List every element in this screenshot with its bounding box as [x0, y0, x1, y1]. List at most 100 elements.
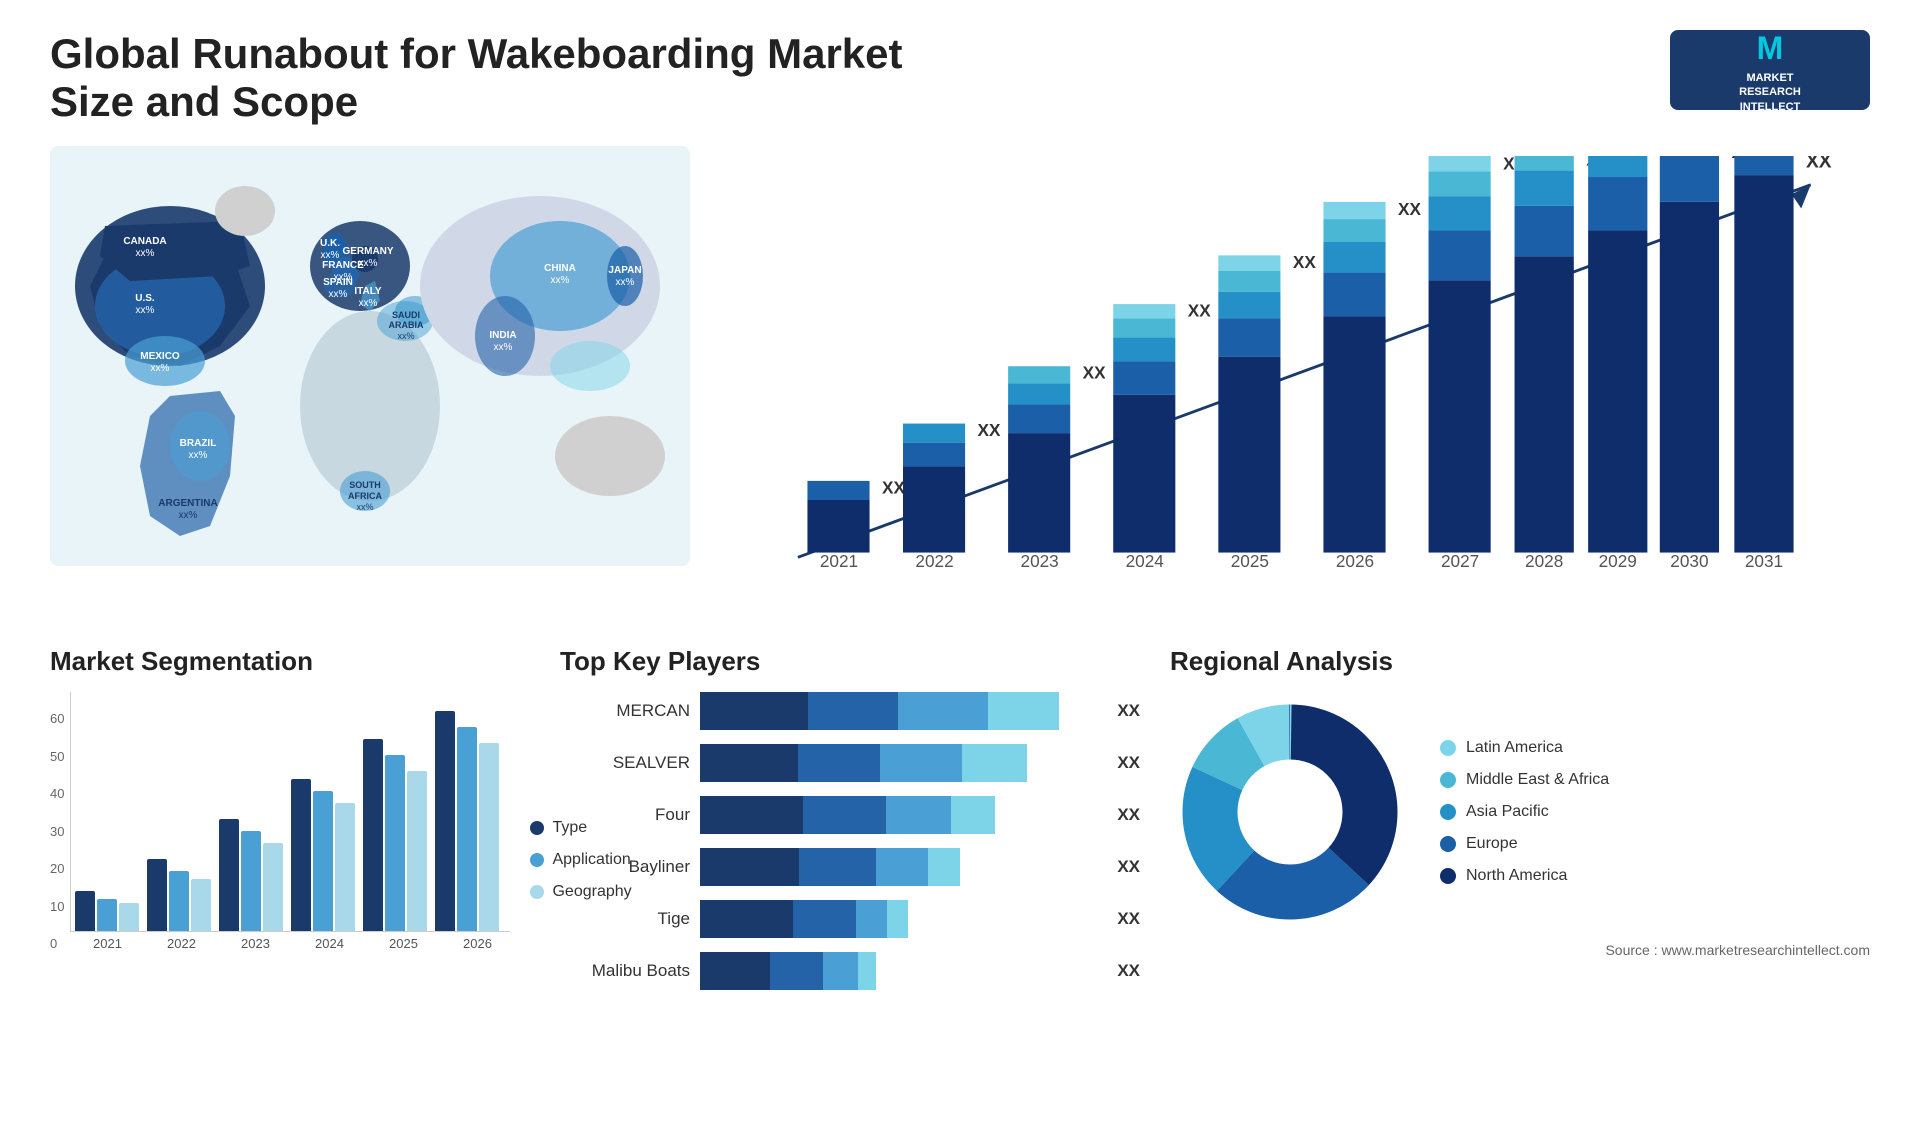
svg-text:SPAIN: SPAIN — [323, 277, 353, 288]
player-name-bayliner: Bayliner — [560, 857, 690, 877]
svg-text:GERMANY: GERMANY — [342, 246, 393, 257]
seg-y-40: 40 — [50, 786, 64, 801]
player-row-malibu: Malibu Boats XX — [560, 952, 1140, 990]
seg-x-2021: 2021 — [74, 936, 140, 951]
player-bar-bayliner — [700, 848, 1099, 886]
svg-text:ITALY: ITALY — [354, 286, 382, 297]
legend-dot-europe — [1440, 836, 1456, 852]
legend-dot-type — [530, 821, 544, 835]
player-bar-sealver — [700, 744, 1099, 782]
seg-x-2026: 2026 — [444, 936, 510, 951]
legend-dot-latin — [1440, 740, 1456, 756]
svg-text:SAUDI: SAUDI — [392, 310, 420, 320]
svg-text:SOUTH: SOUTH — [349, 480, 381, 490]
regional-section: Regional Analysis — [1170, 646, 1870, 958]
player-xx-malibu: XX — [1117, 961, 1140, 981]
svg-text:2028: 2028 — [1525, 551, 1563, 571]
seg-y-50: 50 — [50, 749, 64, 764]
player-name-tige: Tige — [560, 909, 690, 929]
svg-text:2030: 2030 — [1670, 551, 1708, 571]
player-xx-bayliner: XX — [1117, 857, 1140, 877]
svg-text:CANADA: CANADA — [123, 236, 166, 247]
player-name-malibu: Malibu Boats — [560, 961, 690, 981]
seg-group-2023 — [219, 819, 283, 931]
svg-text:2026: 2026 — [1336, 551, 1374, 571]
svg-text:xx%: xx% — [136, 305, 155, 316]
svg-text:xx%: xx% — [189, 450, 208, 461]
player-xx-tige: XX — [1117, 909, 1140, 929]
seg-bar-type-2024 — [291, 779, 311, 931]
svg-text:2022: 2022 — [915, 551, 953, 571]
svg-text:JAPAN: JAPAN — [608, 265, 641, 276]
svg-text:XX: XX — [882, 477, 905, 497]
seg-y-10: 10 — [50, 899, 64, 914]
svg-text:XX: XX — [1188, 301, 1211, 321]
player-name-four: Four — [560, 805, 690, 825]
trend-chart-svg: 2021 XX 2022 XX 2023 XX — [730, 156, 1850, 586]
seg-bar-geo-2025 — [407, 771, 427, 931]
legend-item-mea: Middle East & Africa — [1440, 771, 1609, 789]
regional-chart-area: Latin America Middle East & Africa Asia … — [1170, 692, 1870, 932]
seg-group-2022 — [147, 859, 211, 931]
segmentation-title: Market Segmentation — [50, 646, 530, 677]
seg-y-0: 0 — [50, 936, 64, 951]
logo-text: MARKETRESEARCHINTELLECT — [1739, 71, 1801, 114]
svg-text:xx%: xx% — [179, 510, 198, 521]
legend-label-mea: Middle East & Africa — [1466, 771, 1609, 789]
svg-text:xx%: xx% — [494, 342, 513, 353]
world-map-section: CANADA xx% U.S. xx% MEXICO xx% BRAZIL xx… — [50, 146, 690, 626]
legend-dot-geo — [530, 885, 544, 899]
svg-text:xx%: xx% — [359, 298, 378, 309]
seg-bar-app-2026 — [457, 727, 477, 931]
svg-text:XX: XX — [1083, 363, 1106, 383]
svg-text:2021: 2021 — [820, 551, 858, 571]
player-xx-four: XX — [1117, 805, 1140, 825]
player-bar-mercan — [700, 692, 1099, 730]
seg-bar-geo-2026 — [479, 743, 499, 931]
svg-text:U.K.: U.K. — [320, 238, 340, 249]
seg-bar-type-2023 — [219, 819, 239, 931]
players-list: MERCAN XX SEALVER — [560, 692, 1140, 990]
seg-bar-app-2022 — [169, 871, 189, 931]
key-players-section: Top Key Players MERCAN XX — [560, 646, 1140, 1004]
player-xx-sealver: XX — [1117, 753, 1140, 773]
seg-bar-geo-2021 — [119, 903, 139, 931]
seg-bar-app-2025 — [385, 755, 405, 931]
svg-text:ARGENTINA: ARGENTINA — [158, 498, 217, 509]
player-row-sealver: SEALVER XX — [560, 744, 1140, 782]
player-row-four: Four XX — [560, 796, 1140, 834]
player-row-bayliner: Bayliner XX — [560, 848, 1140, 886]
source-text: Source : www.marketresearchintellect.com — [1170, 942, 1870, 958]
seg-x-2022: 2022 — [148, 936, 214, 951]
seg-bar-app-2021 — [97, 899, 117, 931]
legend-label-latin: Latin America — [1466, 739, 1563, 757]
svg-text:2024: 2024 — [1126, 551, 1165, 571]
svg-text:XX: XX — [1806, 156, 1832, 172]
player-bar-tige — [700, 900, 1099, 938]
seg-bar-type-2022 — [147, 859, 167, 931]
key-players-title: Top Key Players — [560, 646, 1140, 677]
trend-chart-section: 2021 XX 2022 XX 2023 XX — [710, 146, 1870, 626]
seg-bar-app-2023 — [241, 831, 261, 931]
svg-text:XX: XX — [1293, 252, 1316, 272]
seg-y-60: 60 — [50, 711, 64, 726]
seg-bar-type-2025 — [363, 739, 383, 931]
svg-text:2031: 2031 — [1745, 551, 1783, 571]
world-map-svg: CANADA xx% U.S. xx% MEXICO xx% BRAZIL xx… — [50, 146, 690, 566]
seg-group-2024 — [291, 779, 355, 931]
logo-letter: M — [1757, 26, 1784, 71]
seg-bar-geo-2022 — [191, 879, 211, 931]
svg-text:XX: XX — [1398, 199, 1421, 219]
svg-text:BRAZIL: BRAZIL — [180, 438, 217, 449]
seg-y-20: 20 — [50, 861, 64, 876]
svg-text:xx%: xx% — [616, 277, 635, 288]
svg-text:XX: XX — [978, 420, 1001, 440]
player-bar-four — [700, 796, 1099, 834]
seg-x-2023: 2023 — [222, 936, 288, 951]
segmentation-section: Market Segmentation 0 10 20 30 40 50 60 — [50, 646, 530, 951]
svg-text:MEXICO: MEXICO — [140, 351, 180, 362]
legend-dot-na — [1440, 868, 1456, 884]
svg-text:U.S.: U.S. — [135, 293, 155, 304]
svg-text:2023: 2023 — [1021, 551, 1059, 571]
seg-group-2026 — [435, 711, 499, 931]
